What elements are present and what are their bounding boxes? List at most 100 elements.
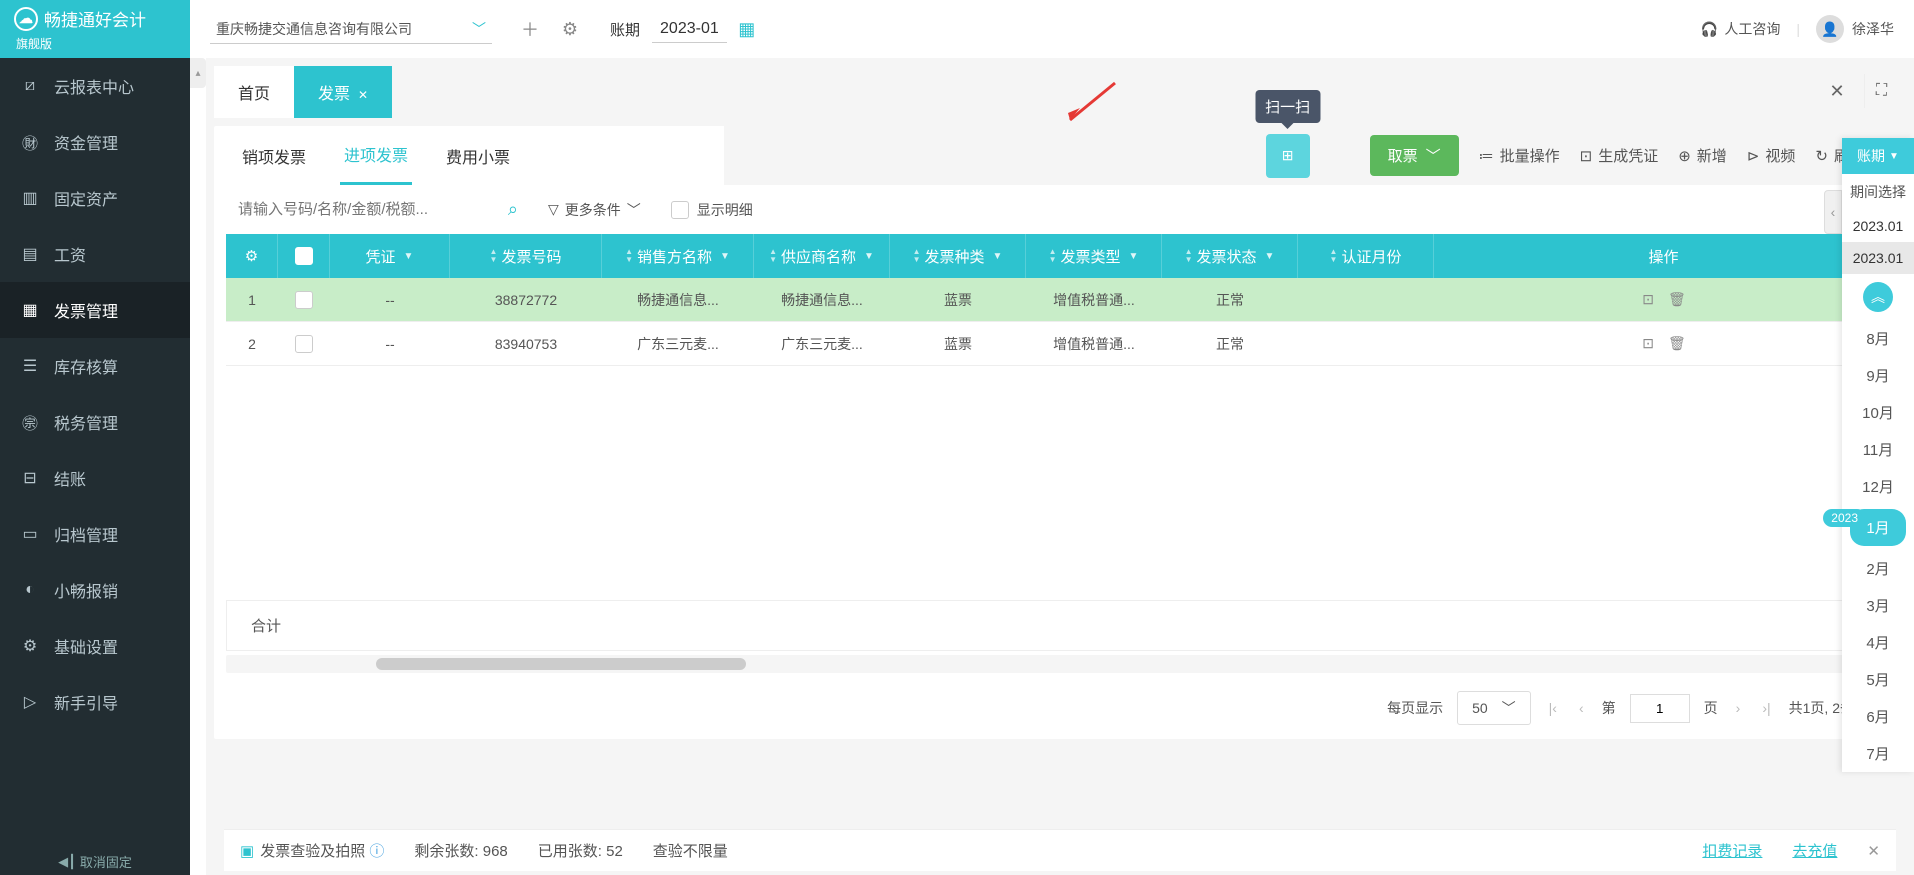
- user-menu[interactable]: 👤 徐泽华: [1816, 15, 1894, 43]
- period-label: 账期: [610, 19, 640, 40]
- recharge-link[interactable]: 去充值: [1792, 840, 1837, 861]
- pagination: 每页显示 50﹀ |‹ ‹ 第 页 › ›| 共1页, 2条记录: [214, 677, 1906, 739]
- sidebar-item-report[interactable]: ⧄云报表中心: [0, 58, 190, 114]
- close-icon[interactable]: ✕: [358, 88, 368, 102]
- period-month[interactable]: 11月: [1842, 431, 1914, 468]
- sidebar-item-close[interactable]: ⊟结账: [0, 450, 190, 506]
- fee-log-link[interactable]: 扣费记录: [1702, 840, 1762, 861]
- close-icon[interactable]: ✕: [1867, 842, 1880, 860]
- sidebar-item-reimburse[interactable]: ◐小畅报销: [0, 562, 190, 618]
- sidebar-item-asset[interactable]: ▥固定资产: [0, 170, 190, 226]
- sub-tab-bar: 销项发票 进项发票 费用小票 ⊞ 扫一扫 取票﹀ ≔批量操作 ⊡生成凭证 ⊕新增…: [214, 126, 1906, 185]
- scroll-thumb[interactable]: [376, 658, 746, 670]
- calendar-icon[interactable]: ▦: [733, 15, 761, 43]
- table-header: ⚙ 凭证▼ ▲▼发票号码 ▲▼销售方名称▼ ▲▼供应商名称▼ ▲▼发票种类▼ ▲…: [226, 234, 1894, 278]
- col-status[interactable]: ▲▼发票状态▼: [1162, 234, 1298, 278]
- add-company-button[interactable]: ＋: [516, 15, 544, 43]
- first-page-button[interactable]: |‹: [1545, 700, 1561, 716]
- tab-invoice[interactable]: 发票✕: [294, 66, 392, 118]
- period-year-start[interactable]: 2023.01: [1842, 210, 1914, 242]
- checkbox-icon: [295, 291, 313, 309]
- last-page-button[interactable]: ›|: [1758, 700, 1774, 716]
- period-month[interactable]: 7月: [1842, 735, 1914, 772]
- sidebar-item-salary[interactable]: ▤工资: [0, 226, 190, 282]
- wallet-icon: ▤: [20, 244, 40, 264]
- fullscreen-button[interactable]: ⛶: [1864, 74, 1898, 108]
- page-input[interactable]: [1630, 694, 1690, 723]
- close-tabs-button[interactable]: ✕: [1820, 74, 1854, 108]
- period-month[interactable]: 12月: [1842, 468, 1914, 505]
- box-icon: ☰: [20, 356, 40, 376]
- period-value[interactable]: 2023-01: [652, 16, 727, 43]
- col-op: 操作: [1434, 234, 1894, 278]
- period-month[interactable]: 3月: [1842, 587, 1914, 624]
- batch-action-button[interactable]: ≔批量操作: [1479, 145, 1560, 166]
- scroll-up-button[interactable]: ︽: [1863, 282, 1893, 312]
- play-icon: ▷: [20, 692, 40, 712]
- per-page-select[interactable]: 50﹀: [1457, 691, 1531, 725]
- support-link[interactable]: 🎧 人工咨询: [1701, 19, 1780, 39]
- sidebar-scroll-hint[interactable]: ▴: [190, 58, 206, 88]
- sidebar-item-archive[interactable]: ▭归档管理: [0, 506, 190, 562]
- scan-button[interactable]: ⊞ 扫一扫: [1266, 134, 1310, 178]
- view-icon[interactable]: ⊡: [1642, 335, 1654, 352]
- period-year-end[interactable]: 2023.01: [1842, 242, 1914, 274]
- tab-home[interactable]: 首页: [214, 66, 294, 118]
- sidebar-item-settings[interactable]: ⚙基础设置: [0, 618, 190, 674]
- sidebar-item-guide[interactable]: ▷新手引导: [0, 674, 190, 730]
- col-month[interactable]: ▲▼认证月份: [1298, 234, 1434, 278]
- summary-row: 合计: [226, 600, 1894, 651]
- sidebar-item-invoice[interactable]: ▦发票管理: [0, 282, 190, 338]
- col-number[interactable]: ▲▼发票号码: [450, 234, 602, 278]
- sidebar-item-stock[interactable]: ☰库存核算: [0, 338, 190, 394]
- delete-icon[interactable]: 🗑: [1668, 335, 1686, 352]
- search-input[interactable]: [238, 201, 498, 218]
- prev-page-button[interactable]: ‹: [1575, 700, 1588, 716]
- delete-icon[interactable]: 🗑: [1668, 291, 1686, 308]
- brand-logo: ☁ 畅捷通好会计: [14, 6, 190, 31]
- view-icon[interactable]: ⊡: [1642, 291, 1654, 308]
- period-month[interactable]: 5月: [1842, 661, 1914, 698]
- gen-voucher-button[interactable]: ⊡生成凭证: [1580, 145, 1659, 166]
- period-month[interactable]: 9月: [1842, 357, 1914, 394]
- table-row[interactable]: 1 -- 38872772 畅捷通信息... 畅捷通信息... 蓝票 增值税普通…: [226, 278, 1894, 322]
- col-checkall[interactable]: [278, 234, 330, 278]
- verify-link[interactable]: ▣发票查验及拍照 ⓘ: [240, 840, 384, 861]
- fetch-invoice-button[interactable]: 取票﹀: [1370, 135, 1459, 176]
- show-detail-toggle[interactable]: 显示明细: [671, 200, 753, 220]
- col-voucher[interactable]: 凭证▼: [330, 234, 450, 278]
- subtab-sales[interactable]: 销项发票: [238, 128, 310, 184]
- year-badge: 2023: [1823, 509, 1866, 527]
- period-month[interactable]: 10月: [1842, 394, 1914, 431]
- period-month[interactable]: 6月: [1842, 698, 1914, 735]
- horizontal-scrollbar[interactable]: [226, 655, 1894, 673]
- settings-icon[interactable]: ⚙: [556, 15, 584, 43]
- col-seller[interactable]: ▲▼销售方名称▼: [602, 234, 754, 278]
- next-page-button[interactable]: ›: [1732, 700, 1745, 716]
- sidebar-unpin[interactable]: ◀┃取消固定: [0, 852, 190, 871]
- search-icon[interactable]: ⌕: [508, 199, 518, 220]
- tab-strip: 首页 发票✕: [214, 66, 1906, 118]
- company-selector[interactable]: 重庆畅捷交通信息咨询有限公司 ﹀: [210, 15, 492, 44]
- col-supplier[interactable]: ▲▼供应商名称▼: [754, 234, 890, 278]
- period-panel-handle[interactable]: ‹: [1824, 190, 1842, 234]
- period-month[interactable]: 8月: [1842, 320, 1914, 357]
- avatar-icon: 👤: [1816, 15, 1844, 43]
- period-panel-header[interactable]: 账期▼: [1842, 138, 1914, 174]
- add-button[interactable]: ⊕新增: [1678, 145, 1727, 166]
- checkbox-icon: [671, 201, 689, 219]
- period-month[interactable]: 2月: [1842, 550, 1914, 587]
- subtab-purchase[interactable]: 进项发票: [340, 126, 412, 185]
- col-kind[interactable]: ▲▼发票种类▼: [890, 234, 1026, 278]
- col-type[interactable]: ▲▼发票类型▼: [1026, 234, 1162, 278]
- more-filter-button[interactable]: ▽更多条件﹀: [548, 200, 641, 220]
- period-month[interactable]: 4月: [1842, 624, 1914, 661]
- subtab-expense[interactable]: 费用小票: [442, 128, 514, 184]
- video-button[interactable]: ⊳视频: [1747, 145, 1796, 166]
- invoice-table: ⚙ 凭证▼ ▲▼发票号码 ▲▼销售方名称▼ ▲▼供应商名称▼ ▲▼发票种类▼ ▲…: [214, 234, 1906, 596]
- table-row[interactable]: 2 -- 83940753 广东三元麦... 广东三元麦... 蓝票 增值税普通…: [226, 322, 1894, 366]
- sidebar-item-tax[interactable]: ㊪税务管理: [0, 394, 190, 450]
- col-settings[interactable]: ⚙: [226, 234, 278, 278]
- sidebar-item-fund[interactable]: ㊖资金管理: [0, 114, 190, 170]
- chevron-down-icon: ﹀: [1502, 698, 1516, 718]
